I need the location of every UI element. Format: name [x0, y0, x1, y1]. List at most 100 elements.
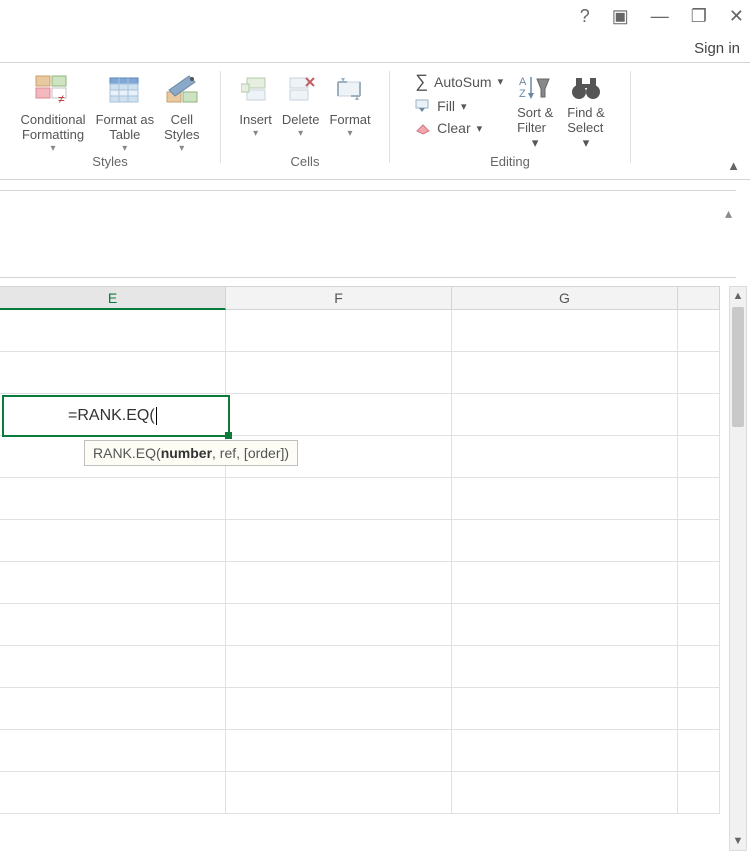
table-row [0, 646, 726, 688]
cell[interactable] [452, 394, 678, 436]
cell[interactable] [678, 436, 720, 478]
cell[interactable] [0, 562, 226, 604]
chevron-down-icon: ▾ [179, 143, 184, 155]
sort-filter-label: Sort & Filter [517, 105, 553, 135]
chevron-down-icon: ▾ [461, 100, 467, 113]
cell[interactable] [226, 520, 452, 562]
ribbon-group-label: Cells [221, 154, 389, 169]
help-icon[interactable]: ? [580, 6, 590, 27]
function-tooltip[interactable]: RANK.EQ(number, ref, [order]) [84, 440, 298, 466]
clear-button[interactable]: Clear ▾ [415, 120, 503, 136]
ribbon-group-editing: ∑ AutoSum ▾ Fill ▾ Clear ▾ [390, 71, 630, 179]
restore-icon[interactable]: ❐ [691, 6, 707, 27]
cell[interactable] [452, 478, 678, 520]
active-cell[interactable]: =RANK.EQ( [2, 395, 230, 437]
cell-styles-icon [165, 71, 199, 111]
cell[interactable] [452, 772, 678, 814]
cell[interactable] [0, 646, 226, 688]
autosum-label: AutoSum [434, 74, 492, 90]
column-header[interactable] [678, 286, 720, 310]
sort-filter-button[interactable]: AZ Sort & Filter ▾ [517, 71, 553, 151]
table-row [0, 688, 726, 730]
cell-styles-button[interactable]: Cell Styles ▾ [164, 71, 199, 154]
find-select-button[interactable]: Find & Select ▾ [567, 71, 605, 151]
cell[interactable] [678, 772, 720, 814]
cell[interactable] [452, 520, 678, 562]
expand-formula-bar-icon[interactable]: ▴ [725, 205, 732, 222]
cell[interactable] [678, 688, 720, 730]
cell[interactable] [0, 520, 226, 562]
cell[interactable] [452, 730, 678, 772]
active-cell-value: =RANK.EQ( [68, 407, 155, 425]
cell[interactable] [0, 688, 226, 730]
scroll-thumb[interactable] [732, 307, 744, 427]
delete-button[interactable]: Delete ▾ [282, 71, 320, 139]
cell[interactable] [226, 562, 452, 604]
chevron-down-icon: ▾ [122, 143, 127, 155]
cell[interactable] [678, 352, 720, 394]
cell[interactable] [226, 730, 452, 772]
cell[interactable] [452, 436, 678, 478]
scroll-up-icon[interactable]: ▲ [730, 287, 746, 305]
cell[interactable] [452, 562, 678, 604]
table-row [0, 520, 726, 562]
cell[interactable] [226, 604, 452, 646]
conditional-formatting-label: Conditional Formatting [21, 113, 86, 143]
cell[interactable] [678, 646, 720, 688]
cell[interactable] [0, 772, 226, 814]
cell[interactable] [226, 478, 452, 520]
minimize-icon[interactable]: — [651, 6, 669, 27]
cell[interactable] [226, 310, 452, 352]
cell[interactable] [0, 478, 226, 520]
chevron-down-icon: ▾ [298, 128, 303, 140]
cell[interactable] [452, 310, 678, 352]
cell[interactable] [678, 394, 720, 436]
cell[interactable] [226, 772, 452, 814]
cell[interactable] [678, 604, 720, 646]
collapse-ribbon-icon[interactable]: ▲ [727, 158, 740, 173]
ribbon-display-options-icon[interactable]: ▣ [612, 6, 629, 27]
close-icon[interactable]: ✕ [729, 6, 744, 27]
formula-bar[interactable]: ▴ [0, 190, 736, 278]
ribbon: ≠ Conditional Formatting ▾ Format as Tab… [0, 62, 750, 180]
chevron-down-icon: ▾ [532, 135, 539, 151]
fill-label: Fill [437, 98, 455, 114]
insert-cells-icon [241, 71, 271, 111]
cell[interactable] [678, 520, 720, 562]
sigma-icon: ∑ [415, 71, 428, 92]
cell[interactable] [0, 730, 226, 772]
cell[interactable] [0, 310, 226, 352]
cell[interactable] [0, 352, 226, 394]
cell[interactable] [226, 352, 452, 394]
format-button[interactable]: Format ▾ [329, 71, 370, 139]
sign-in-link[interactable]: Sign in [694, 40, 740, 57]
column-header[interactable]: E [0, 286, 226, 310]
cell[interactable] [452, 646, 678, 688]
chevron-down-icon: ▾ [51, 143, 56, 155]
column-header[interactable]: F [226, 286, 452, 310]
table-row [0, 730, 726, 772]
cell[interactable] [452, 352, 678, 394]
insert-button[interactable]: Insert ▾ [239, 71, 272, 139]
format-as-table-button[interactable]: Format as Table ▾ [96, 71, 155, 154]
cell[interactable] [678, 730, 720, 772]
vertical-scrollbar[interactable]: ▲ ▼ [729, 286, 747, 851]
conditional-formatting-button[interactable]: ≠ Conditional Formatting ▾ [21, 71, 86, 154]
scroll-down-icon[interactable]: ▼ [730, 832, 746, 850]
cell[interactable] [678, 478, 720, 520]
cell[interactable] [226, 688, 452, 730]
column-header[interactable]: G [452, 286, 678, 310]
fill-button[interactable]: Fill ▾ [415, 98, 503, 114]
cell[interactable] [678, 562, 720, 604]
table-row [0, 604, 726, 646]
cell[interactable] [452, 604, 678, 646]
table-row [0, 478, 726, 520]
cell[interactable] [226, 646, 452, 688]
cell[interactable] [226, 394, 452, 436]
cell[interactable] [452, 688, 678, 730]
cell[interactable] [0, 604, 226, 646]
autosum-button[interactable]: ∑ AutoSum ▾ [415, 71, 503, 92]
fill-handle[interactable] [225, 432, 232, 439]
tooltip-fn-prefix: RANK.EQ( [93, 445, 161, 461]
cell[interactable] [678, 310, 720, 352]
